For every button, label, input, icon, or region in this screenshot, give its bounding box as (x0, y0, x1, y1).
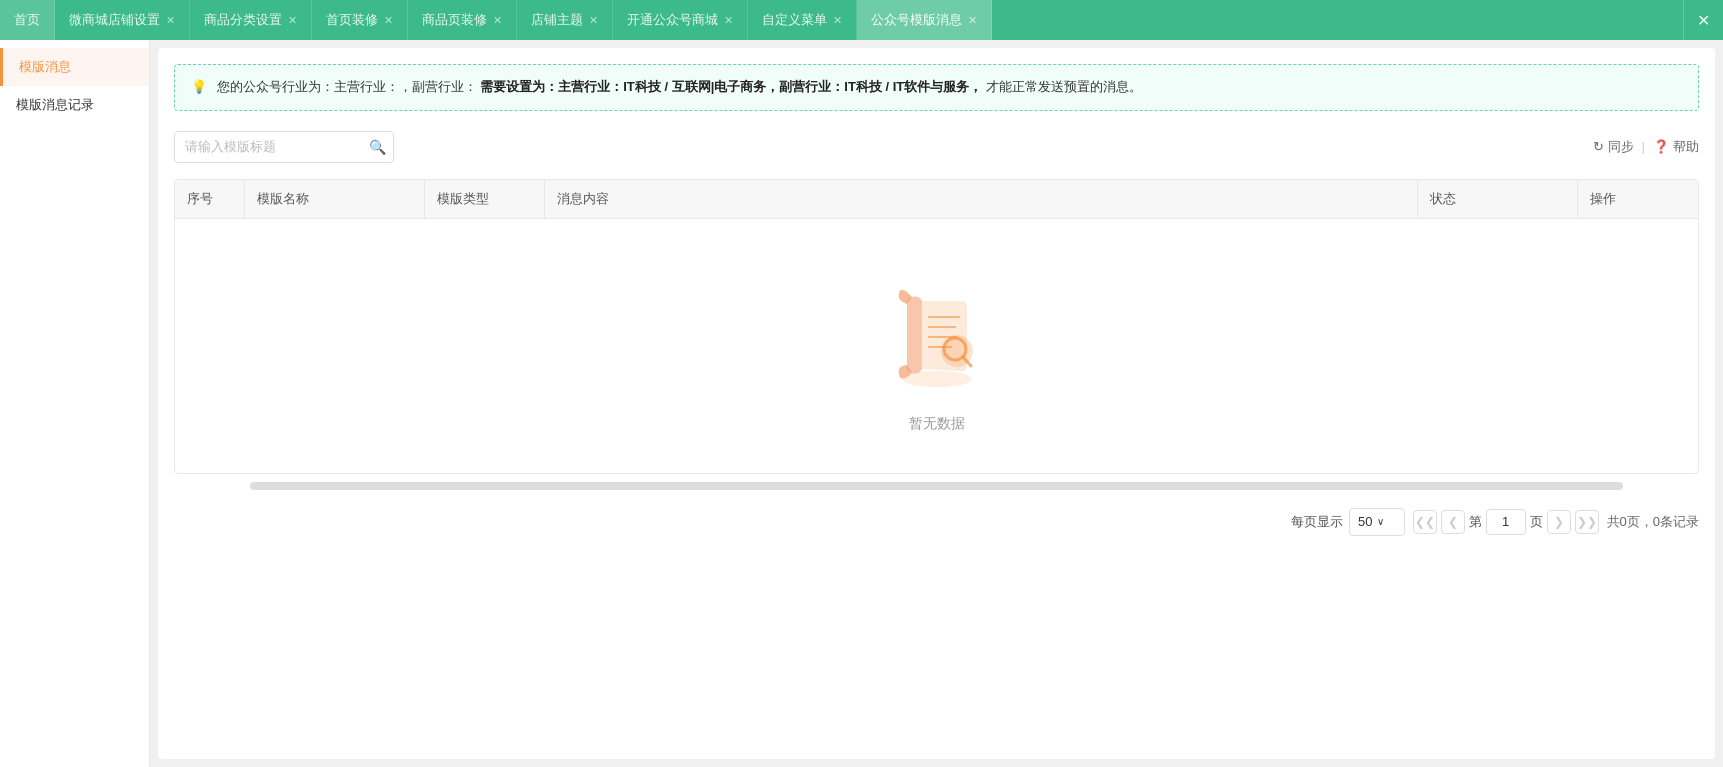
search-icon[interactable]: 🔍 (369, 139, 386, 155)
nav-tab-open-mall[interactable]: 开通公众号商城 ✕ (613, 0, 748, 40)
close-all-tabs-button[interactable]: ✕ (1683, 0, 1723, 40)
page-size-select: 每页显示 50 ∨ (1291, 508, 1404, 536)
th-action: 操作 (1578, 180, 1698, 218)
page-size-label: 每页显示 (1291, 513, 1343, 531)
close-tab-custom-menu[interactable]: ✕ (833, 15, 842, 26)
th-index: 序号 (175, 180, 245, 218)
help-icon: ❓ (1653, 139, 1669, 154)
empty-state: 暂无数据 (175, 219, 1698, 473)
close-all-icon: ✕ (1697, 11, 1710, 30)
search-left: 🔍 (174, 131, 394, 163)
sync-button[interactable]: ↻ 同步 (1593, 138, 1634, 156)
pagination: 每页显示 50 ∨ ❮❮ ❮ 第 页 ❯ (174, 498, 1699, 540)
nav-tab-home-deco[interactable]: 首页装修 ✕ (312, 0, 408, 40)
next-page-icon: ❯ (1554, 515, 1564, 529)
main-layout: 模版消息 模版消息记录 💡 您的公众号行业为：主营行业：，副营行业： 需要设置为… (0, 40, 1723, 767)
dropdown-arrow-icon: ∨ (1377, 516, 1384, 527)
th-type: 模版类型 (425, 180, 545, 218)
notice-suffix: 才能正常发送预置的消息。 (986, 79, 1142, 94)
nav-tab-custom-menu[interactable]: 自定义菜单 ✕ (748, 0, 857, 40)
nav-tab-store-theme[interactable]: 店铺主题 ✕ (517, 0, 613, 40)
nav-tab-home[interactable]: 首页 (0, 0, 55, 40)
help-button[interactable]: ❓ 帮助 (1653, 138, 1699, 156)
search-input[interactable] (174, 131, 394, 163)
content-area: 💡 您的公众号行业为：主营行业：，副营行业： 需要设置为：主营行业：IT科技 /… (158, 48, 1715, 759)
search-input-wrap: 🔍 (174, 131, 394, 163)
nav-tab-wshop-settings[interactable]: 微商城店铺设置 ✕ (55, 0, 190, 40)
toolbar-right: ↻ 同步 | ❓ 帮助 (1593, 138, 1699, 156)
sidebar: 模版消息 模版消息记录 (0, 40, 150, 767)
next-page-button[interactable]: ❯ (1547, 510, 1571, 534)
notice-box: 💡 您的公众号行业为：主营行业：，副营行业： 需要设置为：主营行业：IT科技 /… (174, 64, 1699, 111)
notice-prefix: 您的公众号行业为：主营行业：，副营行业： (217, 79, 477, 94)
page-total: 共0页，0条记录 (1607, 513, 1699, 531)
last-page-icon: ❯❯ (1577, 515, 1597, 529)
page-size-dropdown[interactable]: 50 ∨ (1349, 508, 1404, 536)
divider: | (1642, 139, 1645, 154)
horizontal-scrollbar[interactable] (250, 482, 1623, 490)
first-page-button[interactable]: ❮❮ (1413, 510, 1437, 534)
page-word: 第 (1469, 513, 1482, 531)
empty-illustration (877, 279, 997, 399)
scroll-bar-wrap (174, 474, 1699, 498)
close-tab-open-mall[interactable]: ✕ (724, 15, 733, 26)
page-nav: ❮❮ ❮ 第 页 ❯ ❯❯ (1413, 509, 1599, 535)
data-table: 序号 模版名称 模版类型 消息内容 状态 操作 (174, 179, 1699, 474)
sidebar-item-template-message-record[interactable]: 模版消息记录 (0, 86, 149, 124)
sidebar-item-template-message[interactable]: 模版消息 (0, 48, 149, 86)
page-unit: 页 (1530, 513, 1543, 531)
th-status: 状态 (1418, 180, 1578, 218)
last-page-button[interactable]: ❯❯ (1575, 510, 1599, 534)
sync-icon: ↻ (1593, 139, 1604, 154)
close-tab-home-deco[interactable]: ✕ (384, 15, 393, 26)
prev-page-button[interactable]: ❮ (1441, 510, 1465, 534)
first-page-icon: ❮❮ (1415, 515, 1435, 529)
svg-point-0 (902, 371, 972, 387)
nav-tab-product-deco[interactable]: 商品页装修 ✕ (408, 0, 517, 40)
empty-text: 暂无数据 (909, 415, 965, 433)
nav-tab-template-msg[interactable]: 公众号模版消息 ✕ (857, 0, 992, 40)
th-name: 模版名称 (245, 180, 425, 218)
close-tab-wshop[interactable]: ✕ (166, 15, 175, 26)
close-tab-category[interactable]: ✕ (288, 15, 297, 26)
nav-tab-category[interactable]: 商品分类设置 ✕ (190, 0, 312, 40)
top-nav: 首页 微商城店铺设置 ✕ 商品分类设置 ✕ 首页装修 ✕ 商品页装修 ✕ 店铺主… (0, 0, 1723, 40)
th-content: 消息内容 (545, 180, 1418, 218)
notice-highlight: 需要设置为：主营行业：IT科技 / 互联网|电子商务，副营行业：IT科技 / I… (480, 79, 982, 94)
notice-icon: 💡 (191, 79, 207, 94)
close-tab-product-deco[interactable]: ✕ (493, 15, 502, 26)
search-bar: 🔍 ↻ 同步 | ❓ 帮助 (174, 131, 1699, 163)
table-header: 序号 模版名称 模版类型 消息内容 状态 操作 (175, 180, 1698, 219)
page-number-input[interactable] (1486, 509, 1526, 535)
prev-page-icon: ❮ (1448, 515, 1458, 529)
close-tab-template-msg[interactable]: ✕ (968, 15, 977, 26)
close-tab-store-theme[interactable]: ✕ (589, 15, 598, 26)
